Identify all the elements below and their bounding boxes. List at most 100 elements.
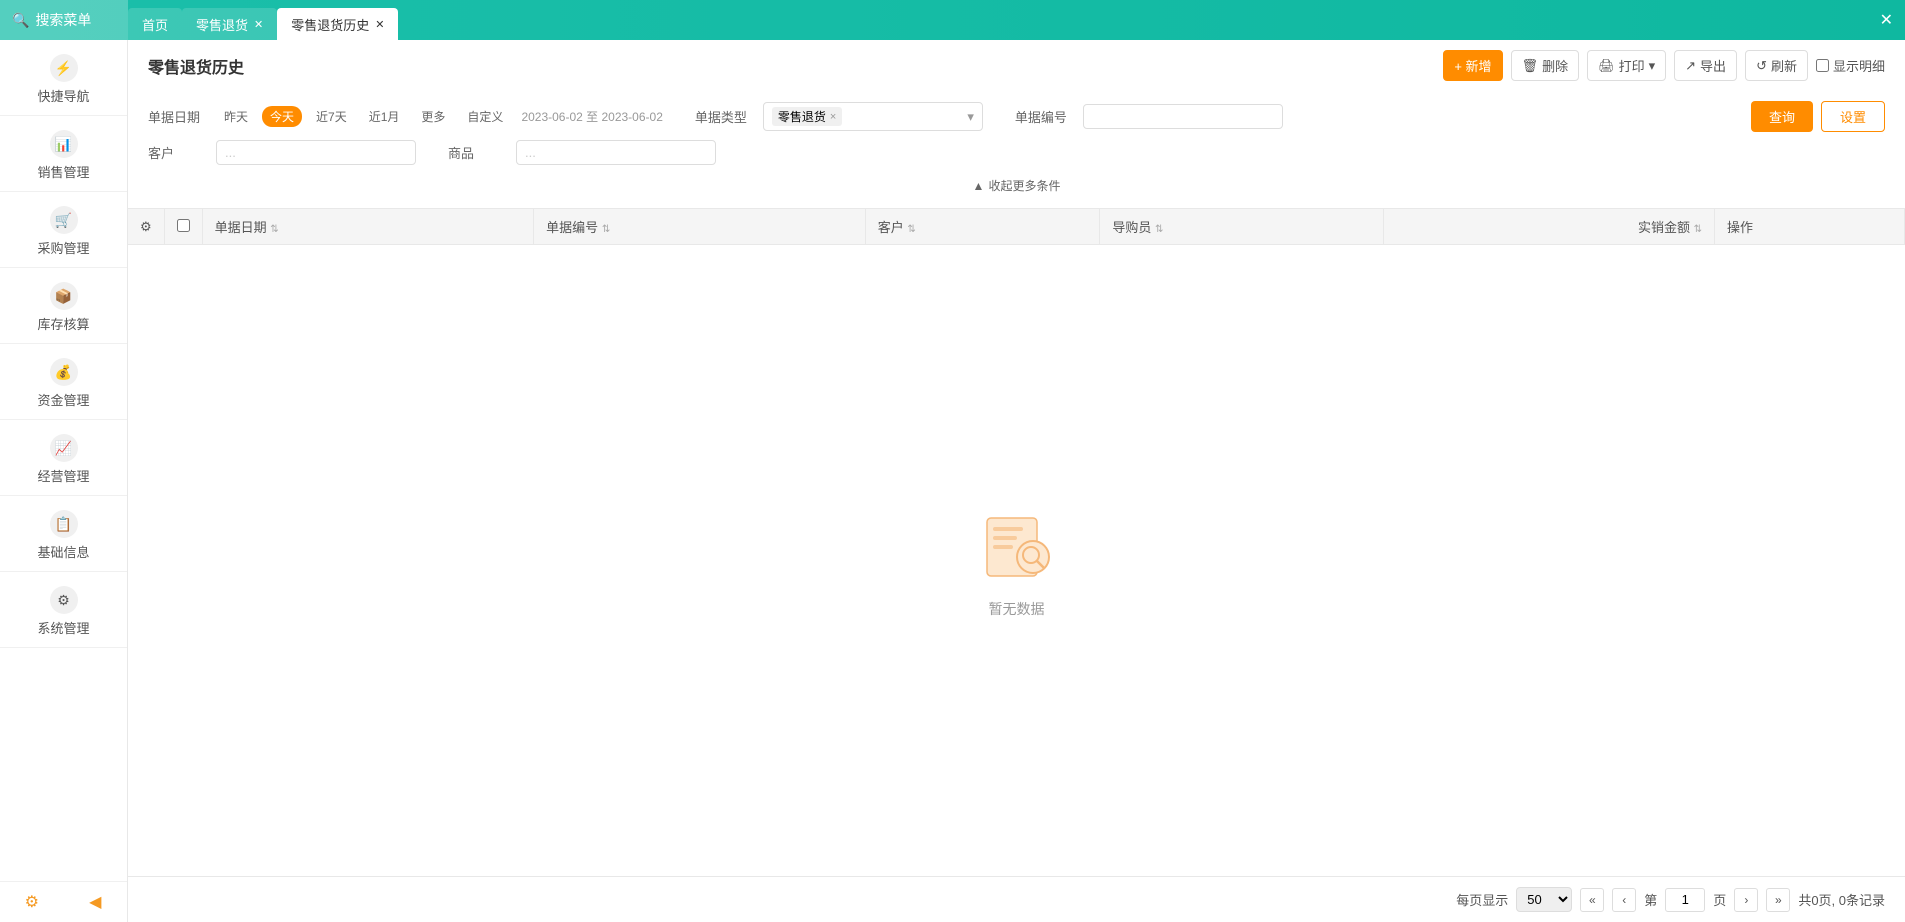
last-page-btn[interactable]: »	[1766, 888, 1790, 912]
print-button[interactable]: 🖨 打印 ▾	[1587, 50, 1666, 81]
sidebar-item-finance-mgmt[interactable]: 💰 资金管理	[0, 344, 127, 420]
export-button[interactable]: ↗ 导出	[1674, 50, 1737, 81]
sidebar-item-system-mgmt-label: 系统管理	[37, 618, 89, 637]
doc-type-tag: 零售退货 ×	[772, 107, 842, 126]
refresh-icon: ↺	[1756, 58, 1767, 74]
doc-no-input[interactable]	[1083, 104, 1283, 129]
setting-button[interactable]: 设置	[1821, 101, 1885, 132]
toolbar-btns: + 新增 🗑 删除 🖨 打印 ▾ ↗ 导出 ↺	[1443, 50, 1885, 81]
basic-info-icon: 📋	[50, 510, 78, 538]
date-option-7days[interactable]: 近7天	[308, 106, 355, 127]
show-detail-checkbox-label[interactable]: 显示明细	[1816, 56, 1885, 75]
th-doc-no-sort-icon: ⇅	[602, 224, 610, 235]
tabs-area: 首页 零售退货 ✕ 零售退货历史 ✕	[128, 0, 1868, 40]
page-of-label: 页	[1713, 890, 1726, 909]
tab-retail-return-history-close[interactable]: ✕	[375, 18, 384, 31]
sidebar-item-inventory-calc[interactable]: 📦 库存核算	[0, 268, 127, 344]
sidebar: ⚡ 快捷导航 📊 销售管理 🛒 采购管理 📦 库存核算 💰 资金管理 📈 经营管…	[0, 40, 128, 922]
tab-home-label: 首页	[142, 15, 168, 34]
quick-nav-icon: ⚡	[50, 54, 78, 82]
first-page-btn[interactable]: «	[1580, 888, 1604, 912]
th-actual-amount[interactable]: 实销金额 ⇅	[1383, 209, 1715, 245]
doc-type-select[interactable]: 零售退货 × ▾	[763, 102, 983, 131]
tab-home[interactable]: 首页	[128, 8, 182, 40]
operations-mgmt-icon: 📈	[50, 434, 78, 462]
th-doc-date-sort-icon: ⇅	[270, 224, 278, 235]
query-button[interactable]: 查询	[1751, 101, 1813, 132]
customer-placeholder: ...	[225, 145, 236, 160]
sidebar-item-quick-nav[interactable]: ⚡ 快捷导航	[0, 40, 127, 116]
th-doc-no[interactable]: 单据编号 ⇅	[534, 209, 866, 245]
sidebar-item-system-mgmt[interactable]: ⚙ 系统管理	[0, 572, 127, 648]
collapse-label: 收起更多条件	[988, 177, 1060, 194]
customer-select[interactable]: ...	[216, 140, 416, 165]
sidebar-item-finance-mgmt-label: 资金管理	[37, 390, 89, 409]
inventory-calc-icon: 📦	[50, 282, 78, 310]
date-option-1month[interactable]: 近1月	[361, 106, 408, 127]
th-customer-sort-icon: ⇅	[907, 224, 915, 235]
show-detail-checkbox[interactable]	[1816, 59, 1829, 72]
export-icon: ↗	[1685, 58, 1696, 74]
th-doc-no-label: 单据编号	[546, 220, 598, 235]
filter-area: 单据日期 昨天 今天 近7天 近1月 更多 自定义 2023-06-02 至 2…	[148, 91, 1885, 208]
collapse-up-icon: ▲	[973, 179, 985, 193]
delete-button[interactable]: 🗑 删除	[1511, 50, 1580, 81]
sidebar-item-basic-info[interactable]: 📋 基础信息	[0, 496, 127, 572]
th-doc-date[interactable]: 单据日期 ⇅	[202, 209, 534, 245]
th-operation-label: 操作	[1727, 220, 1753, 235]
sidebar-item-quick-nav-label: 快捷导航	[37, 86, 89, 105]
th-setting[interactable]: ⚙	[128, 209, 164, 245]
date-option-yesterday[interactable]: 昨天	[216, 106, 256, 127]
sidebar-item-sales-mgmt[interactable]: 📊 销售管理	[0, 116, 127, 192]
goods-select[interactable]: ...	[516, 140, 716, 165]
delete-label: 删除	[1542, 56, 1568, 75]
doc-type-tag-remove[interactable]: ×	[830, 111, 836, 123]
page-size-select[interactable]: 10 20 50 100	[1516, 887, 1572, 912]
sidebar-collapse-btn[interactable]: ◀	[64, 882, 128, 922]
th-check[interactable]	[164, 209, 202, 245]
filter-collapse-row: ▲ 收起更多条件	[148, 173, 1885, 198]
sidebar-settings-btn[interactable]: ⚙	[0, 882, 64, 922]
print-label: 打印	[1619, 56, 1645, 75]
page-size-label: 每页显示	[1456, 890, 1508, 909]
table-container: ⚙ 单据日期 ⇅ 单据编号 ⇅	[128, 209, 1905, 876]
sidebar-item-sales-mgmt-label: 销售管理	[37, 162, 89, 181]
sidebar-item-inventory-calc-label: 库存核算	[37, 314, 89, 333]
tab-retail-return-close[interactable]: ✕	[254, 18, 263, 31]
print-icon: 🖨	[1598, 58, 1615, 74]
date-option-custom[interactable]: 自定义	[459, 106, 511, 127]
export-label: 导出	[1700, 56, 1726, 75]
search-menu[interactable]: 🔍 搜索菜单	[0, 0, 128, 40]
date-option-today[interactable]: 今天	[262, 106, 302, 127]
select-all-checkbox[interactable]	[177, 219, 190, 232]
goods-label: 商品	[448, 143, 504, 162]
date-options: 昨天 今天 近7天 近1月 更多 自定义 2023-06-02 至 2023-0…	[216, 106, 663, 127]
doc-type-value: 零售退货	[778, 108, 826, 125]
th-guide[interactable]: 导购员 ⇅	[1100, 209, 1383, 245]
sidebar-item-purchase-mgmt[interactable]: 🛒 采购管理	[0, 192, 127, 268]
refresh-button[interactable]: ↺ 刷新	[1745, 50, 1808, 81]
th-actual-amount-sort-icon: ⇅	[1694, 224, 1702, 235]
filter-row-customer: 客户 ... 商品 ...	[148, 140, 1885, 165]
empty-text: 暂无数据	[989, 599, 1045, 619]
date-range-display: 2023-06-02 至 2023-06-02	[521, 108, 662, 125]
sidebar-item-operations-mgmt[interactable]: 📈 经营管理	[0, 420, 127, 496]
th-actual-amount-label: 实销金额	[1638, 220, 1690, 235]
window-controls: ✕	[1868, 10, 1905, 30]
date-option-more[interactable]: 更多	[413, 106, 453, 127]
main-layout: ⚡ 快捷导航 📊 销售管理 🛒 采购管理 📦 库存核算 💰 资金管理 📈 经营管…	[0, 40, 1905, 922]
window-close-icon[interactable]: ✕	[1880, 10, 1893, 30]
collapse-button[interactable]: ▲ 收起更多条件	[961, 173, 1073, 198]
tab-retail-return-label: 零售退货	[196, 15, 248, 34]
tab-retail-return[interactable]: 零售退货 ✕	[182, 8, 277, 40]
next-page-btn[interactable]: ›	[1734, 888, 1758, 912]
prev-page-btn[interactable]: ‹	[1612, 888, 1636, 912]
pagination-bar: 每页显示 10 20 50 100 « ‹ 第 页 › » 共0页, 0条记录	[128, 876, 1905, 922]
system-mgmt-icon: ⚙	[50, 586, 78, 614]
tab-retail-return-history[interactable]: 零售退货历史 ✕	[277, 8, 398, 40]
sidebar-footer: ⚙ ◀	[0, 881, 127, 922]
th-customer-label: 客户	[878, 220, 904, 235]
page-number-input[interactable]	[1665, 888, 1705, 912]
th-customer[interactable]: 客户 ⇅	[865, 209, 1100, 245]
new-button[interactable]: + 新增	[1443, 50, 1502, 81]
